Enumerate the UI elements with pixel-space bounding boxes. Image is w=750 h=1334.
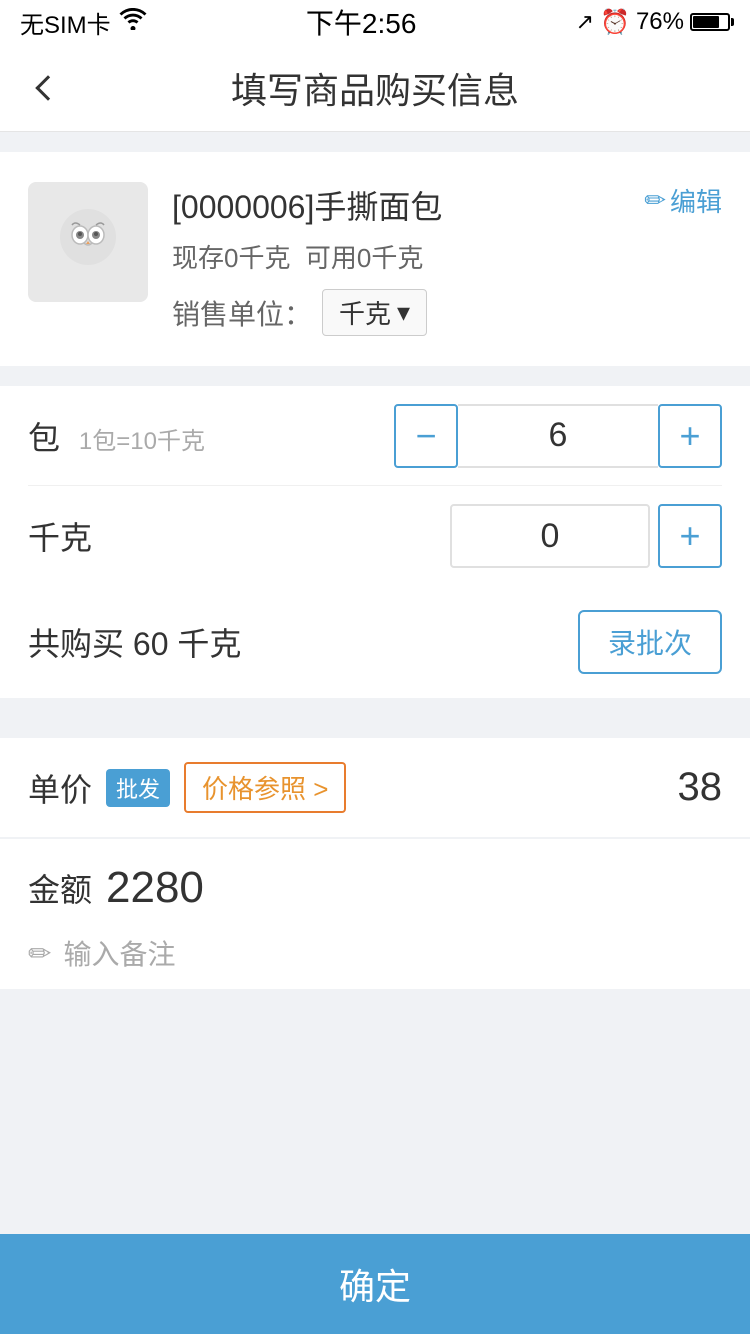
bag-input-row: 包 1包=10千克 − + — [28, 386, 722, 486]
battery-icon — [690, 13, 730, 31]
price-value: 38 — [678, 765, 723, 810]
product-unit-row: 销售单位： 千克 ▾ — [172, 289, 722, 336]
back-button[interactable] — [28, 68, 68, 108]
amount-row: 金额 2280 — [28, 863, 722, 913]
product-name: [0000006]手撕面包 — [172, 182, 722, 228]
alarm-icon: ⏰ — [600, 8, 630, 37]
remark-placeholder: 输入备注 — [63, 933, 175, 973]
remark-row[interactable]: ✏ 输入备注 — [28, 933, 722, 973]
divider-1 — [0, 366, 750, 386]
product-thumbnail — [28, 182, 148, 302]
battery-percent: 76% — [636, 8, 684, 36]
amount-section: 金额 2280 ✏ 输入备注 — [0, 839, 750, 989]
bag-input[interactable] — [458, 404, 658, 468]
price-section: 单价 批发 价格参照 > 38 — [0, 738, 750, 837]
page-title: 填写商品购买信息 — [231, 62, 519, 114]
divider-2 — [0, 698, 750, 718]
price-tag: 批发 — [106, 769, 170, 807]
bag-hint: 1包=10千克 — [79, 428, 205, 455]
kg-plus-button[interactable]: + — [658, 504, 722, 568]
price-row: 单价 批发 价格参照 > 38 — [28, 762, 722, 813]
confirm-label: 确定 — [339, 1258, 411, 1310]
back-arrow-icon — [35, 75, 60, 100]
status-time: 下午2:56 — [306, 2, 417, 42]
carrier-label: 无SIM卡 — [20, 5, 111, 40]
product-logo-icon — [58, 207, 118, 277]
edit-icon: ✏ — [644, 185, 666, 216]
summary-text: 共购买 60 千克 — [28, 619, 241, 665]
status-left: 无SIM卡 — [20, 5, 147, 40]
status-bar: 无SIM卡 下午2:56 ↗ ⏰ 76% — [0, 0, 750, 44]
unit-select[interactable]: 千克 ▾ — [322, 289, 427, 336]
bag-quantity-control: − + — [394, 404, 722, 468]
price-label: 单价 — [28, 765, 92, 811]
confirm-button[interactable]: 确定 — [0, 1234, 750, 1334]
price-ref-button[interactable]: 价格参照 > — [184, 762, 346, 813]
nav-bar: 填写商品购买信息 — [0, 44, 750, 132]
product-stock: 现存0千克 可用0千克 — [172, 238, 722, 275]
product-card: [0000006]手撕面包 现存0千克 可用0千克 销售单位： 千克 ▾ ✏ 编… — [0, 152, 750, 366]
chevron-down-icon: ▾ — [397, 297, 410, 328]
bag-minus-button[interactable]: − — [394, 404, 458, 468]
kg-input[interactable] — [450, 504, 650, 568]
amount-value: 2280 — [106, 863, 204, 913]
status-right: ↗ ⏰ 76% — [576, 8, 730, 37]
product-info: [0000006]手撕面包 现存0千克 可用0千克 销售单位： 千克 ▾ — [172, 182, 722, 336]
kg-label: 千克 — [28, 513, 450, 559]
edit-button[interactable]: ✏ 编辑 — [644, 182, 722, 219]
batch-button[interactable]: 录批次 — [578, 610, 722, 674]
input-section: 包 1包=10千克 − + 千克 + — [0, 386, 750, 586]
summary-section: 共购买 60 千克 录批次 — [0, 586, 750, 698]
bag-plus-button[interactable]: + — [658, 404, 722, 468]
kg-input-row: 千克 + — [28, 486, 722, 586]
bag-label: 包 1包=10千克 — [28, 413, 394, 459]
location-icon: ↗ — [576, 9, 594, 35]
pencil-icon: ✏ — [28, 937, 51, 970]
wifi-icon — [119, 8, 147, 37]
amount-label: 金额 — [28, 865, 92, 911]
